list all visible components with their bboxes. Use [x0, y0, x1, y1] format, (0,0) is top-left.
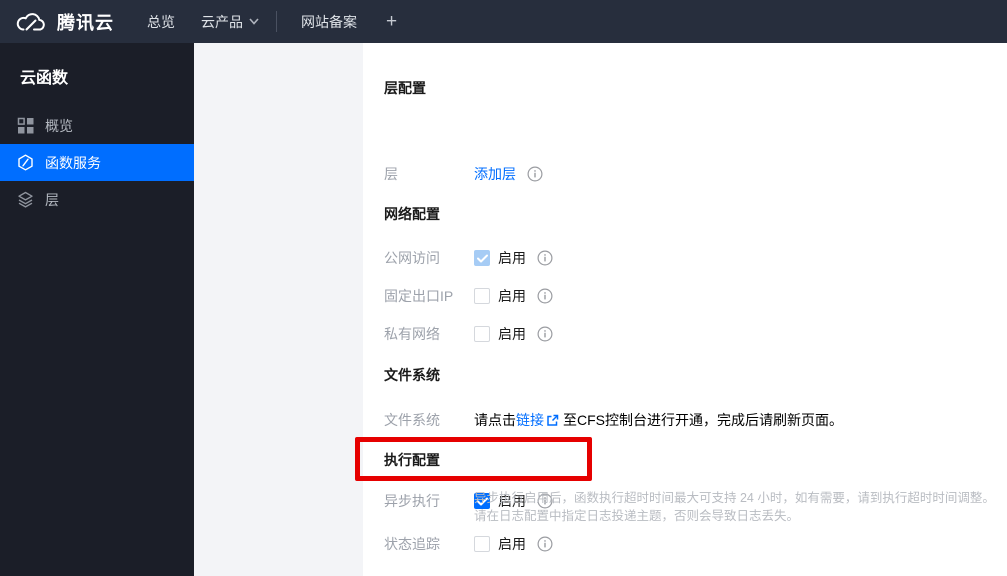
- form-row-public-access: 公网访问 启用: [384, 247, 553, 269]
- external-link-icon[interactable]: [546, 414, 559, 427]
- secondary-panel: [194, 43, 363, 576]
- form-row-fixed-ip: 固定出口IP 启用: [384, 285, 553, 307]
- sidebar-item-label: 函数服务: [45, 154, 101, 171]
- form-row-status-trace: 状态追踪 启用: [384, 533, 553, 555]
- brand-text: 腾讯云: [57, 12, 114, 33]
- field-label: 状态追踪: [384, 536, 440, 552]
- tencent-cloud-logo-icon: [16, 12, 45, 30]
- enable-label: 启用: [498, 326, 526, 342]
- topbar: 腾讯云 总览 云产品 网站备案 +: [0, 0, 1007, 43]
- section-heading-network-config: 网络配置: [384, 206, 440, 222]
- cfs-console-link[interactable]: 链接: [516, 412, 544, 428]
- function-service-icon: [18, 154, 33, 171]
- section-heading-file-system: 文件系统: [384, 367, 440, 383]
- info-icon[interactable]: [537, 288, 553, 304]
- sidebar-menu: 概览 函数服务 层: [0, 107, 194, 218]
- sidebar-item-label: 概览: [45, 117, 73, 134]
- form-row-file-system: 文件系统 请点击链接 至CFS控制台进行开通，完成后请刷新页面。: [384, 409, 843, 431]
- sidebar-item-function-service[interactable]: 函数服务: [0, 144, 194, 181]
- field-label: 固定出口IP: [384, 288, 454, 304]
- nav-overview[interactable]: 总览: [147, 12, 175, 32]
- settings-panel: 层配置 层 添加层 网络配置 公网访问 启用 固定出口IP 启用 私有网络 启用…: [363, 43, 1007, 576]
- grid-icon: [17, 117, 34, 134]
- nav-beian[interactable]: 网站备案: [301, 12, 357, 32]
- chevron-down-icon: [249, 18, 259, 25]
- sidebar-item-label: 层: [45, 191, 59, 208]
- async-description-line2: 请在日志配置中指定日志投递主题，否则会导致日志丢失。: [474, 509, 800, 523]
- app-window: 腾讯云 总览 云产品 网站备案 + 云函数 概览 函数服务 层 层配置 层 添加…: [0, 0, 1007, 576]
- info-icon[interactable]: [537, 536, 553, 552]
- nav-products-dropdown[interactable]: 云产品: [201, 12, 259, 32]
- add-tab-button[interactable]: +: [386, 12, 397, 31]
- nav-divider: [276, 11, 277, 32]
- add-layer-link[interactable]: 添加层: [474, 164, 516, 184]
- info-icon[interactable]: [537, 250, 553, 266]
- nav-products-label: 云产品: [201, 13, 243, 30]
- field-label: 私有网络: [384, 326, 440, 342]
- field-label: 异步执行: [384, 493, 440, 509]
- status-trace-checkbox[interactable]: [474, 536, 490, 552]
- field-label: 公网访问: [384, 250, 440, 266]
- form-row-layer: 层 添加层: [384, 163, 543, 185]
- brand-home-link[interactable]: 腾讯云: [14, 9, 114, 35]
- async-description-line1: 异步执行启用后，函数执行超时时间最大可支持 24 小时，如有需要，请到执行超时时…: [474, 491, 995, 505]
- enable-label: 启用: [498, 288, 526, 304]
- sidebar-item-overview[interactable]: 概览: [0, 107, 194, 144]
- field-label: 层: [384, 166, 398, 182]
- fixed-ip-checkbox[interactable]: [474, 288, 490, 304]
- form-row-vpc: 私有网络 启用: [384, 323, 553, 345]
- vpc-checkbox[interactable]: [474, 326, 490, 342]
- enable-label: 启用: [498, 250, 526, 266]
- section-heading-layer-config: 层配置: [384, 80, 426, 96]
- info-icon[interactable]: [537, 326, 553, 342]
- section-heading-execution-config: 执行配置: [384, 452, 440, 468]
- info-icon[interactable]: [527, 166, 543, 182]
- sidebar-title: 云函数: [20, 70, 69, 87]
- sidebar-item-layers[interactable]: 层: [0, 181, 194, 218]
- public-access-checkbox: [474, 250, 490, 266]
- field-label: 文件系统: [384, 412, 440, 428]
- enable-label: 启用: [498, 536, 526, 552]
- cfs-hint-text: 请点击链接 至CFS控制台进行开通，完成后请刷新页面。: [474, 412, 843, 428]
- layers-icon: [18, 191, 33, 208]
- sidebar: 云函数 概览 函数服务 层: [0, 43, 194, 576]
